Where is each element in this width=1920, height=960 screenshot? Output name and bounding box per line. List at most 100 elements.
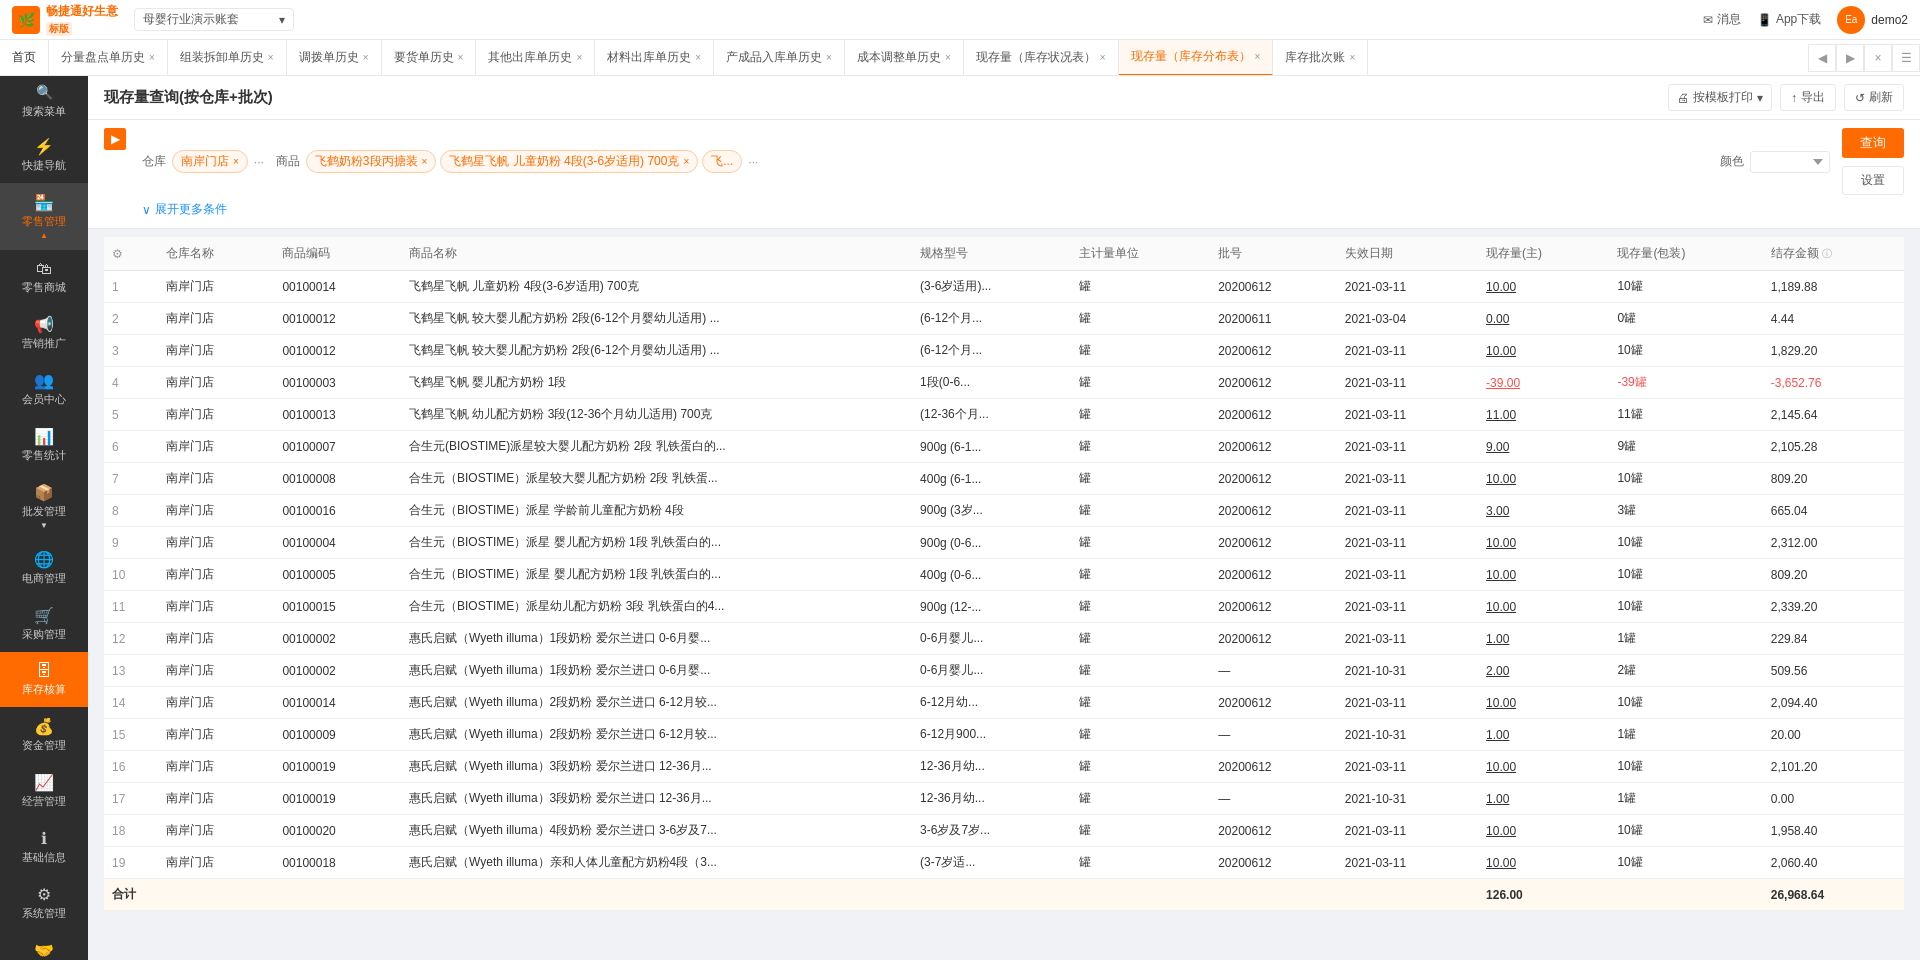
close-icon[interactable]: × (576, 52, 582, 63)
sidebar-item-cooperation[interactable]: 🤝 企业协同 (0, 931, 88, 960)
sidebar-item-retail-shop[interactable]: 🛍 零售商城 (0, 250, 88, 305)
cell-stock-main[interactable]: 3.00 (1478, 495, 1609, 527)
cell-stock-main[interactable]: 11.00 (1478, 399, 1609, 431)
refresh-btn[interactable]: ↺ 刷新 (1844, 84, 1904, 111)
close-icon[interactable]: × (695, 52, 701, 63)
warehouse-tags: 南岸门店 × (172, 150, 248, 173)
sidebar-item-ecommerce[interactable]: 🌐 电商管理 (0, 540, 88, 596)
cell-stock-main[interactable]: 1.00 (1478, 623, 1609, 655)
cell-stock-main[interactable]: 10.00 (1478, 751, 1609, 783)
workspace-selector[interactable]: 母婴行业演示账套 ▾ (134, 8, 294, 31)
tag-close-icon[interactable]: × (683, 156, 689, 167)
close-icon[interactable]: × (363, 52, 369, 63)
table-row: 11 南岸门店 00100015 合生元（BIOSTIME）派星幼儿配方奶粉 3… (104, 591, 1904, 623)
tab-material-out[interactable]: 材料出库单历史 × (595, 40, 714, 76)
cell-expire: 2021-03-11 (1337, 431, 1478, 463)
sidebar-item-wholesale[interactable]: 📦 批发管理 ▼ (0, 473, 88, 540)
sidebar-item-retail-mgmt[interactable]: 🏪 零售管理 ▲ (0, 183, 88, 250)
tab-requisition[interactable]: 要货单历史 × (382, 40, 477, 76)
product-tag-2[interactable]: 飞鹤星飞帆 儿童奶粉 4段(3-6岁适用) 700克 × (440, 150, 698, 173)
nav-menu-btn[interactable]: ☰ (1892, 44, 1920, 72)
sidebar-item-inventory[interactable]: 🗄 库存核算 (0, 652, 88, 707)
cell-stock-main[interactable]: 0.00 (1478, 303, 1609, 335)
sidebar-item-finance[interactable]: 💰 资金管理 (0, 707, 88, 763)
sidebar-item-basic-info[interactable]: ℹ 基础信息 (0, 819, 88, 875)
cell-stock-pkg: 10罐 (1609, 687, 1762, 719)
warehouse-tag[interactable]: 南岸门店 × (172, 150, 248, 173)
expand-more-btn[interactable]: ∨ 展开更多条件 (142, 201, 1904, 218)
close-icon[interactable]: × (826, 52, 832, 63)
cell-stock-main[interactable]: 1.00 (1478, 719, 1609, 751)
cell-stock-main[interactable]: 10.00 (1478, 335, 1609, 367)
sidebar-item-system[interactable]: ⚙ 系统管理 (0, 875, 88, 931)
tag-close-icon[interactable]: × (233, 156, 239, 167)
wholesale-icon: 📦 (34, 483, 54, 502)
sidebar-item-retail-stats[interactable]: 📊 零售统计 (0, 417, 88, 473)
product-tag-1[interactable]: 飞鹤奶粉3段丙搪装 × (306, 150, 437, 173)
cell-stock-main[interactable]: 10.00 (1478, 271, 1609, 303)
tab-label: 库存批次账 (1285, 49, 1345, 66)
sidebar-item-marketing[interactable]: 📢 营销推广 (0, 305, 88, 361)
th-expire: 失效日期 (1337, 237, 1478, 271)
export-btn[interactable]: ↑ 导出 (1780, 84, 1836, 111)
cell-stock-main[interactable]: 10.00 (1478, 463, 1609, 495)
cell-stock-main[interactable]: 10.00 (1478, 591, 1609, 623)
cell-spec: 0-6月婴儿... (912, 623, 1071, 655)
user-menu[interactable]: Ea demo2 (1837, 6, 1908, 34)
tab-transfer[interactable]: 调拨单历史 × (287, 40, 382, 76)
cell-spec: 900g (0-6... (912, 527, 1071, 559)
app-download-btn[interactable]: 📱 App下载 (1757, 11, 1821, 28)
sidebar-item-quick-nav[interactable]: ⚡ 快捷导航 (0, 127, 88, 183)
cell-product-name: 飞鹤星飞帆 较大婴儿配方奶粉 2段(6-12个月婴幼儿适用) ... (401, 303, 912, 335)
message-btn[interactable]: ✉ 消息 (1703, 11, 1741, 28)
tab-other-out[interactable]: 其他出库单历史 × (476, 40, 595, 76)
settings-button[interactable]: 设置 (1842, 166, 1904, 195)
tab-stock-dist[interactable]: 现存量（库存分布表） × (1119, 40, 1274, 76)
tab-product-in[interactable]: 产成品入库单历史 × (714, 40, 845, 76)
cell-product-code: 00100008 (274, 463, 401, 495)
cell-stock-main[interactable]: 10.00 (1478, 847, 1609, 879)
cell-stock-main[interactable]: 10.00 (1478, 559, 1609, 591)
close-icon[interactable]: × (268, 52, 274, 63)
refresh-icon: ↺ (1855, 91, 1865, 105)
cell-index: 12 (104, 623, 158, 655)
tab-cost-adjust[interactable]: 成本调整单历史 × (845, 40, 964, 76)
nav-next-btn[interactable]: ▶ (1836, 44, 1864, 72)
cell-stock-pkg: 0罐 (1609, 303, 1762, 335)
product-tag-more[interactable]: 飞... (702, 150, 742, 173)
cell-index: 5 (104, 399, 158, 431)
info-icon[interactable]: ⓘ (1822, 248, 1832, 259)
sidebar-item-member[interactable]: 👥 会员中心 (0, 361, 88, 417)
close-icon[interactable]: × (149, 52, 155, 63)
tab-stock-batch[interactable]: 库存批次账 × (1273, 40, 1368, 76)
cell-stock-main[interactable]: 9.00 (1478, 431, 1609, 463)
tab-home[interactable]: 首页 (0, 40, 49, 76)
close-icon[interactable]: × (1255, 51, 1261, 62)
cell-stock-main[interactable]: -39.00 (1478, 367, 1609, 399)
sidebar-item-operations[interactable]: 📈 经营管理 (0, 763, 88, 819)
tab-inventory-count[interactable]: 分量盘点单历史 × (49, 40, 168, 76)
cell-stock-main[interactable]: 10.00 (1478, 687, 1609, 719)
query-button[interactable]: 查询 (1842, 128, 1904, 158)
nav-prev-btn[interactable]: ◀ (1808, 44, 1836, 72)
close-icon[interactable]: × (1349, 52, 1355, 63)
close-icon[interactable]: × (458, 52, 464, 63)
print-btn[interactable]: 🖨 按模板打印 ▾ (1668, 84, 1772, 111)
color-filter-select[interactable] (1750, 151, 1830, 173)
settings-icon[interactable]: ⚙ (112, 247, 123, 261)
tag-close-icon[interactable]: × (422, 156, 428, 167)
cell-stock-main[interactable]: 10.00 (1478, 527, 1609, 559)
close-icon[interactable]: × (945, 52, 951, 63)
cell-stock-main[interactable]: 10.00 (1478, 815, 1609, 847)
tab-assembly[interactable]: 组装拆卸单历史 × (168, 40, 287, 76)
filter-more-icon[interactable]: ··· (254, 155, 264, 169)
cell-stock-main[interactable]: 1.00 (1478, 783, 1609, 815)
filter-more-icon[interactable]: ··· (748, 155, 758, 169)
cell-stock-main[interactable]: 2.00 (1478, 655, 1609, 687)
filter-expand-arrow[interactable]: ▶ (104, 128, 126, 150)
tab-stock-status[interactable]: 现存量（库存状况表） × (964, 40, 1119, 76)
nav-close-btn[interactable]: × (1864, 44, 1892, 72)
close-icon[interactable]: × (1100, 52, 1106, 63)
sidebar-item-purchase[interactable]: 🛒 采购管理 (0, 596, 88, 652)
tab-label: 其他出库单历史 (488, 49, 572, 66)
